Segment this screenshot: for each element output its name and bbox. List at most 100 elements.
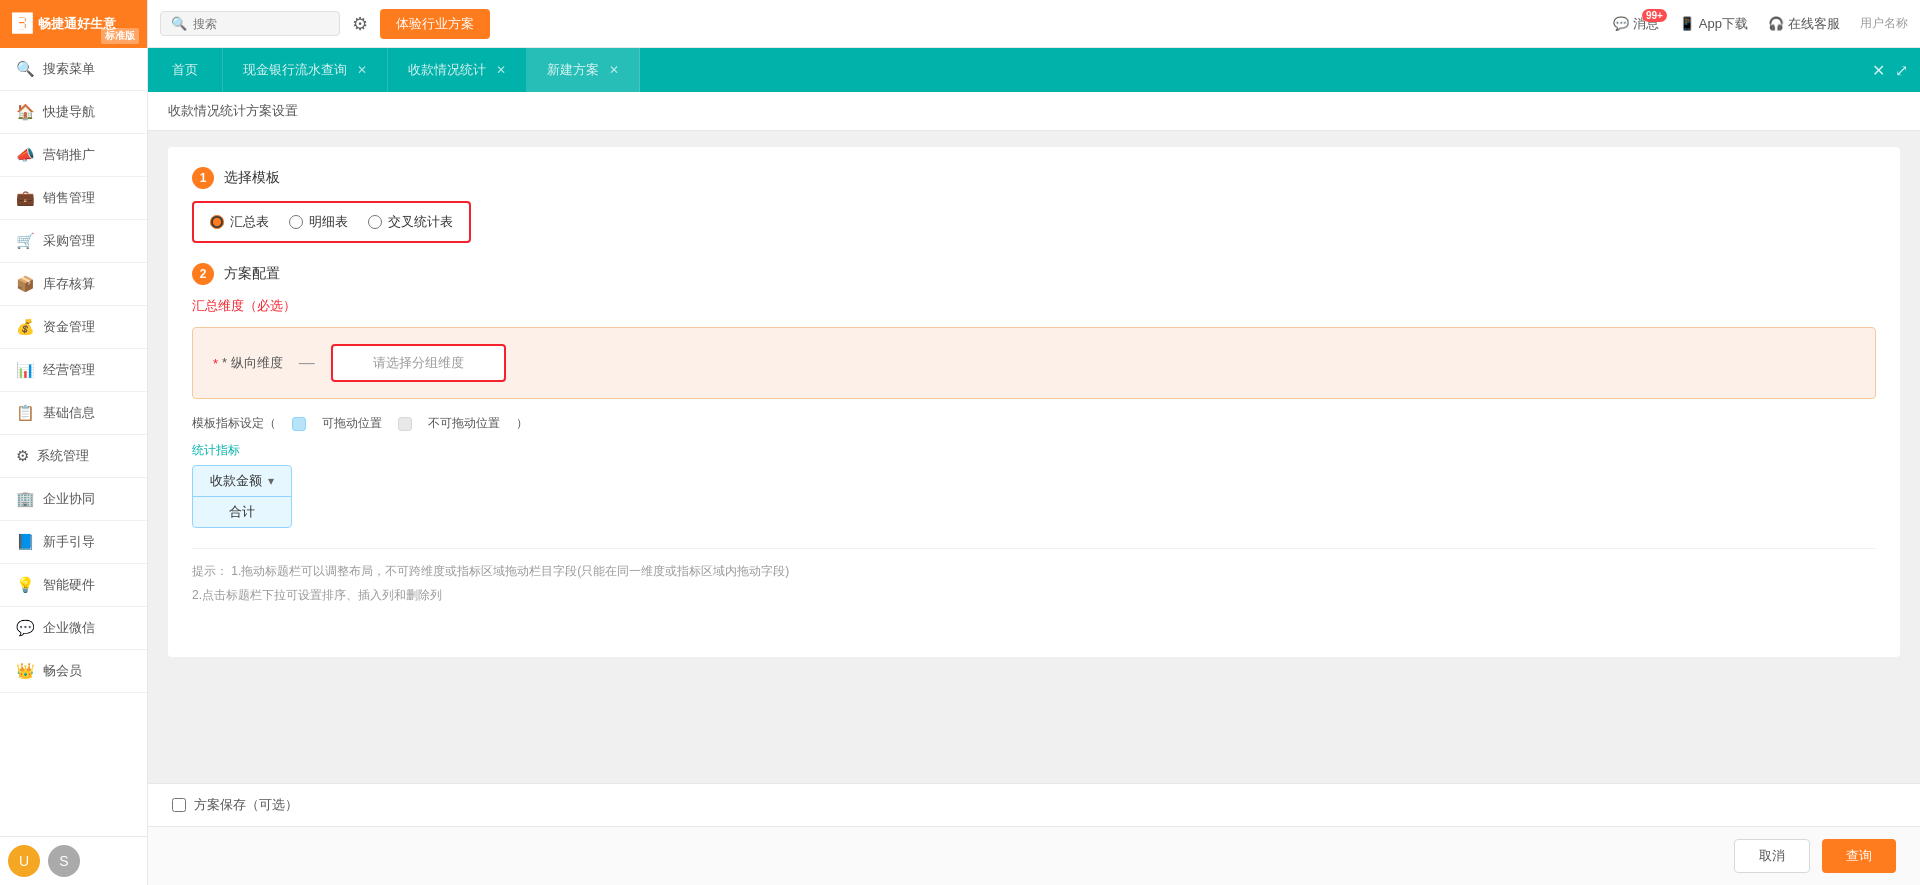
notif-badge: 99+ xyxy=(1642,9,1667,22)
metrics-section: 模板指标设定（ 可拖动位置 不可拖动位置 ） 统计指标 收款金额 xyxy=(192,415,1876,528)
nav-tabs-controls: ✕ ⤢ xyxy=(1872,61,1920,80)
dimension-select-button[interactable]: 请选择分组维度 xyxy=(331,344,506,382)
radio-cross-input[interactable] xyxy=(368,215,382,229)
save-section: 方案保存（可选） xyxy=(148,783,1920,826)
sidebar-item-collab[interactable]: 🏢 企业协同 xyxy=(0,478,147,521)
step2-number: 2 xyxy=(192,263,214,285)
sidebar-item-inventory[interactable]: 📦 库存核算 xyxy=(0,263,147,306)
tips-section: 提示： 1.拖动标题栏可以调整布局，不可跨维度或指标区域拖动栏目字段(只能在同一… xyxy=(192,548,1876,617)
metrics-hint: 模板指标设定（ 可拖动位置 不可拖动位置 ） xyxy=(192,415,1876,432)
service-icon: 🎧 xyxy=(1768,16,1784,31)
sidebar-item-purchase[interactable]: 🛒 采购管理 xyxy=(0,220,147,263)
close-tab-bank-flow[interactable]: ✕ xyxy=(357,63,367,77)
sidebar-item-management[interactable]: 📊 经营管理 xyxy=(0,349,147,392)
step1-title: 选择模板 xyxy=(224,169,280,187)
draggable-indicator xyxy=(292,417,306,431)
radio-summary[interactable]: 汇总表 xyxy=(210,213,269,231)
radio-cross[interactable]: 交叉统计表 xyxy=(368,213,453,231)
metrics-item-receipts[interactable]: 收款金额 ▾ 合计 xyxy=(192,465,292,528)
service-item[interactable]: 🎧 在线客服 xyxy=(1768,15,1840,33)
sidebar-item-sales[interactable]: 💼 销售管理 xyxy=(0,177,147,220)
maximize-window-icon[interactable]: ⤢ xyxy=(1895,61,1908,80)
radio-detail-input[interactable] xyxy=(289,215,303,229)
radio-detail[interactable]: 明细表 xyxy=(289,213,348,231)
sidebar-item-guide[interactable]: 📘 新手引导 xyxy=(0,521,147,564)
dimension-row: * * 纵向维度 — 请选择分组维度 xyxy=(213,344,1855,382)
gear-icon[interactable]: ⚙ xyxy=(352,13,368,35)
metrics-item-header[interactable]: 收款金额 ▾ xyxy=(193,466,291,497)
required-star: * xyxy=(213,356,218,371)
draggable-label: 可拖动位置 xyxy=(322,415,382,432)
metrics-table-header: 统计指标 xyxy=(192,442,1876,459)
inventory-icon: 📦 xyxy=(16,275,35,293)
topbar: 🔍 ⚙ 体验行业方案 💬 消息 99+ 📱 App下载 🎧 在线客服 用户名称 xyxy=(148,0,1920,48)
save-checkbox[interactable] xyxy=(172,798,186,812)
save-label: 方案保存（可选） xyxy=(194,796,298,814)
footer-bar: 取消 查询 xyxy=(148,826,1920,885)
content-area: 收款情况统计方案设置 1 选择模板 汇总表 xyxy=(148,92,1920,885)
sidebar-logo: 🅱 畅捷通好生意 标准版 xyxy=(0,0,147,48)
logo-icon: 🅱 xyxy=(12,13,32,36)
sidebar-item-basic[interactable]: 📋 基础信息 xyxy=(0,392,147,435)
industry-button[interactable]: 体验行业方案 xyxy=(380,9,490,39)
page-body: 1 选择模板 汇总表 明细表 xyxy=(148,131,1920,783)
step1-number: 1 xyxy=(192,167,214,189)
tab-receipts[interactable]: 收款情况统计 ✕ xyxy=(388,48,527,92)
settings-avatar[interactable]: S xyxy=(48,845,80,877)
tab-new-plan[interactable]: 新建方案 ✕ xyxy=(527,48,640,92)
sidebar-item-nav[interactable]: 🏠 快捷导航 xyxy=(0,91,147,134)
sidebar-item-hardware[interactable]: 💡 智能硬件 xyxy=(0,564,147,607)
basic-icon: 📋 xyxy=(16,404,35,422)
close-window-icon[interactable]: ✕ xyxy=(1872,61,1885,80)
cancel-button[interactable]: 取消 xyxy=(1734,839,1810,873)
notification-item[interactable]: 💬 消息 99+ xyxy=(1613,15,1659,33)
topbar-right: 💬 消息 99+ 📱 App下载 🎧 在线客服 用户名称 xyxy=(1613,15,1908,33)
guide-icon: 📘 xyxy=(16,533,35,551)
metrics-label-text: 模板指标设定（ xyxy=(192,415,276,432)
dimension-arrow-icon: — xyxy=(299,354,315,372)
vertical-dimension-label: * * 纵向维度 xyxy=(213,354,283,372)
radio-summary-input[interactable] xyxy=(210,215,224,229)
search-input[interactable] xyxy=(193,17,333,31)
home-icon: 🏠 xyxy=(16,103,35,121)
search-bar[interactable]: 🔍 xyxy=(160,11,340,36)
step2-label: 2 方案配置 xyxy=(192,263,1876,285)
finance-icon: 💰 xyxy=(16,318,35,336)
member-icon: 👑 xyxy=(16,662,35,680)
search-icon: 🔍 xyxy=(16,60,35,78)
sales-icon: 💼 xyxy=(16,189,35,207)
sidebar-item-system[interactable]: ⚙ 系统管理 xyxy=(0,435,147,478)
close-tab-receipts[interactable]: ✕ xyxy=(496,63,506,77)
tab-bank-flow[interactable]: 现金银行流水查询 ✕ xyxy=(223,48,388,92)
close-tab-new-plan[interactable]: ✕ xyxy=(609,63,619,77)
download-item[interactable]: 📱 App下载 xyxy=(1679,15,1748,33)
version-badge: 标准版 xyxy=(101,28,139,44)
not-draggable-label: 不可拖动位置 xyxy=(428,415,500,432)
step2-section: 2 方案配置 汇总维度（必选） * * 纵向维度 xyxy=(192,263,1876,617)
chevron-down-icon: ▾ xyxy=(268,474,274,488)
sidebar-bottom: U S xyxy=(0,836,147,885)
page-title: 收款情况统计方案设置 xyxy=(168,103,298,118)
sidebar-item-finance[interactable]: 💰 资金管理 xyxy=(0,306,147,349)
sidebar-item-wechat[interactable]: 💬 企业微信 xyxy=(0,607,147,650)
query-button[interactable]: 查询 xyxy=(1822,839,1896,873)
sidebar-item-marketing[interactable]: 📣 营销推广 xyxy=(0,134,147,177)
tab-home[interactable]: 首页 xyxy=(148,48,223,92)
sidebar-item-search[interactable]: 🔍 搜索菜单 xyxy=(0,48,147,91)
step2-title: 方案配置 xyxy=(224,265,280,283)
nav-tabs: 首页 现金银行流水查询 ✕ 收款情况统计 ✕ 新建方案 ✕ ✕ ⤢ xyxy=(148,48,1920,92)
collab-icon: 🏢 xyxy=(16,490,35,508)
wechat-icon: 💬 xyxy=(16,619,35,637)
tip1: 提示： 1.拖动标题栏可以调整布局，不可跨维度或指标区域拖动栏目字段(只能在同一… xyxy=(192,559,1876,583)
metrics-item-body: 合计 xyxy=(193,497,291,527)
page-header: 收款情况统计方案设置 xyxy=(148,92,1920,131)
search-icon: 🔍 xyxy=(171,16,187,31)
sidebar-item-member[interactable]: 👑 畅会员 xyxy=(0,650,147,693)
sidebar: 🅱 畅捷通好生意 标准版 🔍 搜索菜单 🏠 快捷导航 📣 营销推广 💼 销售管理… xyxy=(0,0,148,885)
dimension-config: 汇总维度（必选） * * 纵向维度 — 请选择分组维度 xyxy=(192,297,1876,399)
not-draggable-indicator xyxy=(398,417,412,431)
hardware-icon: 💡 xyxy=(16,576,35,594)
user-avatar[interactable]: U xyxy=(8,845,40,877)
management-icon: 📊 xyxy=(16,361,35,379)
main-area: 🔍 ⚙ 体验行业方案 💬 消息 99+ 📱 App下载 🎧 在线客服 用户名称 … xyxy=(148,0,1920,885)
